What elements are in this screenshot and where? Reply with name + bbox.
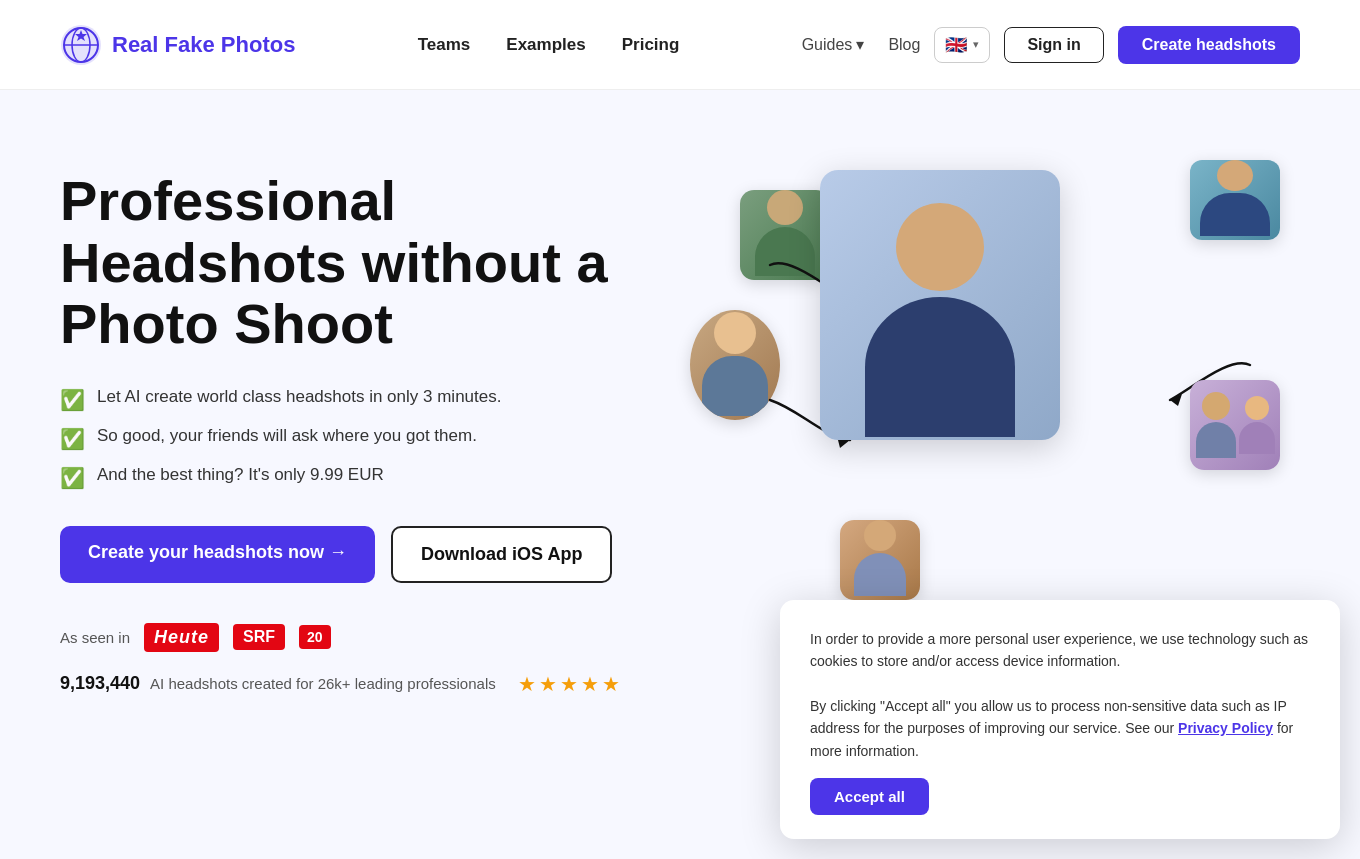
star-4: ★ bbox=[581, 672, 599, 696]
hero-left: Professional Headshots without a Photo S… bbox=[60, 150, 620, 696]
hero-illustration: 100% AI generated bbox=[660, 150, 1300, 650]
as-seen-in-label: As seen in bbox=[60, 629, 130, 646]
nav-examples[interactable]: Examples bbox=[506, 35, 585, 54]
chevron-down-icon: ▾ bbox=[973, 38, 979, 51]
photo-thumbnail-tr bbox=[1190, 160, 1280, 240]
nav-teams[interactable]: Teams bbox=[418, 35, 471, 54]
feature-text-2: So good, your friends will ask where you… bbox=[97, 426, 477, 446]
hero-features-list: ✅ Let AI create world class headshots in… bbox=[60, 387, 620, 490]
logo-icon bbox=[60, 24, 102, 66]
hero-main-photo: 100% AI generated bbox=[820, 170, 1060, 440]
feature-item-2: ✅ So good, your friends will ask where y… bbox=[60, 426, 620, 451]
logo-link[interactable]: Real Fake Photos bbox=[60, 24, 295, 66]
check-icon-3: ✅ bbox=[60, 466, 85, 490]
primary-nav: Teams Examples Pricing bbox=[418, 35, 680, 55]
chevron-down-icon: ▾ bbox=[856, 35, 864, 54]
navbar: Real Fake Photos Teams Examples Pricing … bbox=[0, 0, 1360, 90]
media-badge-20min: 20 bbox=[299, 625, 331, 649]
cta-secondary-button[interactable]: Download iOS App bbox=[391, 526, 612, 583]
star-5: ★ bbox=[602, 672, 620, 696]
logo-text: Real Fake Photos bbox=[112, 32, 295, 58]
stats-label: AI headshots created for 26k+ leading pr… bbox=[150, 675, 496, 692]
hero-title: Professional Headshots without a Photo S… bbox=[60, 170, 620, 355]
check-icon-2: ✅ bbox=[60, 427, 85, 451]
accept-all-button[interactable]: Accept all bbox=[810, 778, 929, 815]
star-1: ★ bbox=[518, 672, 536, 696]
nav-guides[interactable]: Guides ▾ bbox=[802, 35, 865, 54]
cookie-banner: In order to provide a more personal user… bbox=[780, 600, 1340, 839]
photo-thumbnail-bm bbox=[840, 520, 920, 600]
cta-primary-button[interactable]: Create your headshots now → bbox=[60, 526, 375, 583]
photo-thumbnail-br bbox=[1190, 380, 1280, 470]
nav-blog[interactable]: Blog bbox=[888, 36, 920, 53]
feature-text-1: Let AI create world class headshots in o… bbox=[97, 387, 501, 407]
hero-buttons: Create your headshots now → Download iOS… bbox=[60, 526, 620, 583]
feature-text-3: And the best thing? It's only 9.99 EUR bbox=[97, 465, 384, 485]
privacy-policy-link[interactable]: Privacy Policy bbox=[1178, 720, 1273, 736]
nav-right: Guides ▾ Blog 🇬🇧 ▾ Sign in Create headsh… bbox=[802, 26, 1300, 64]
star-3: ★ bbox=[560, 672, 578, 696]
cookie-text-1: In order to provide a more personal user… bbox=[810, 628, 1310, 762]
stats-count: 9,193,440 bbox=[60, 673, 140, 694]
flag-icon: 🇬🇧 bbox=[945, 34, 967, 56]
media-badge-heute: Heute bbox=[144, 623, 219, 652]
secondary-nav: Guides ▾ Blog bbox=[802, 35, 921, 54]
stats-row: 9,193,440 AI headshots created for 26k+ … bbox=[60, 672, 620, 696]
check-icon-1: ✅ bbox=[60, 388, 85, 412]
media-badge-srf: SRF bbox=[233, 624, 285, 650]
as-seen-in: As seen in Heute SRF 20 bbox=[60, 623, 620, 652]
feature-item-3: ✅ And the best thing? It's only 9.99 EUR bbox=[60, 465, 620, 490]
star-rating: ★ ★ ★ ★ ★ bbox=[518, 672, 620, 696]
signin-button[interactable]: Sign in bbox=[1004, 27, 1103, 63]
star-2: ★ bbox=[539, 672, 557, 696]
nav-pricing[interactable]: Pricing bbox=[622, 35, 680, 54]
create-headshots-button[interactable]: Create headshots bbox=[1118, 26, 1300, 64]
feature-item-1: ✅ Let AI create world class headshots in… bbox=[60, 387, 620, 412]
language-selector[interactable]: 🇬🇧 ▾ bbox=[934, 27, 990, 63]
